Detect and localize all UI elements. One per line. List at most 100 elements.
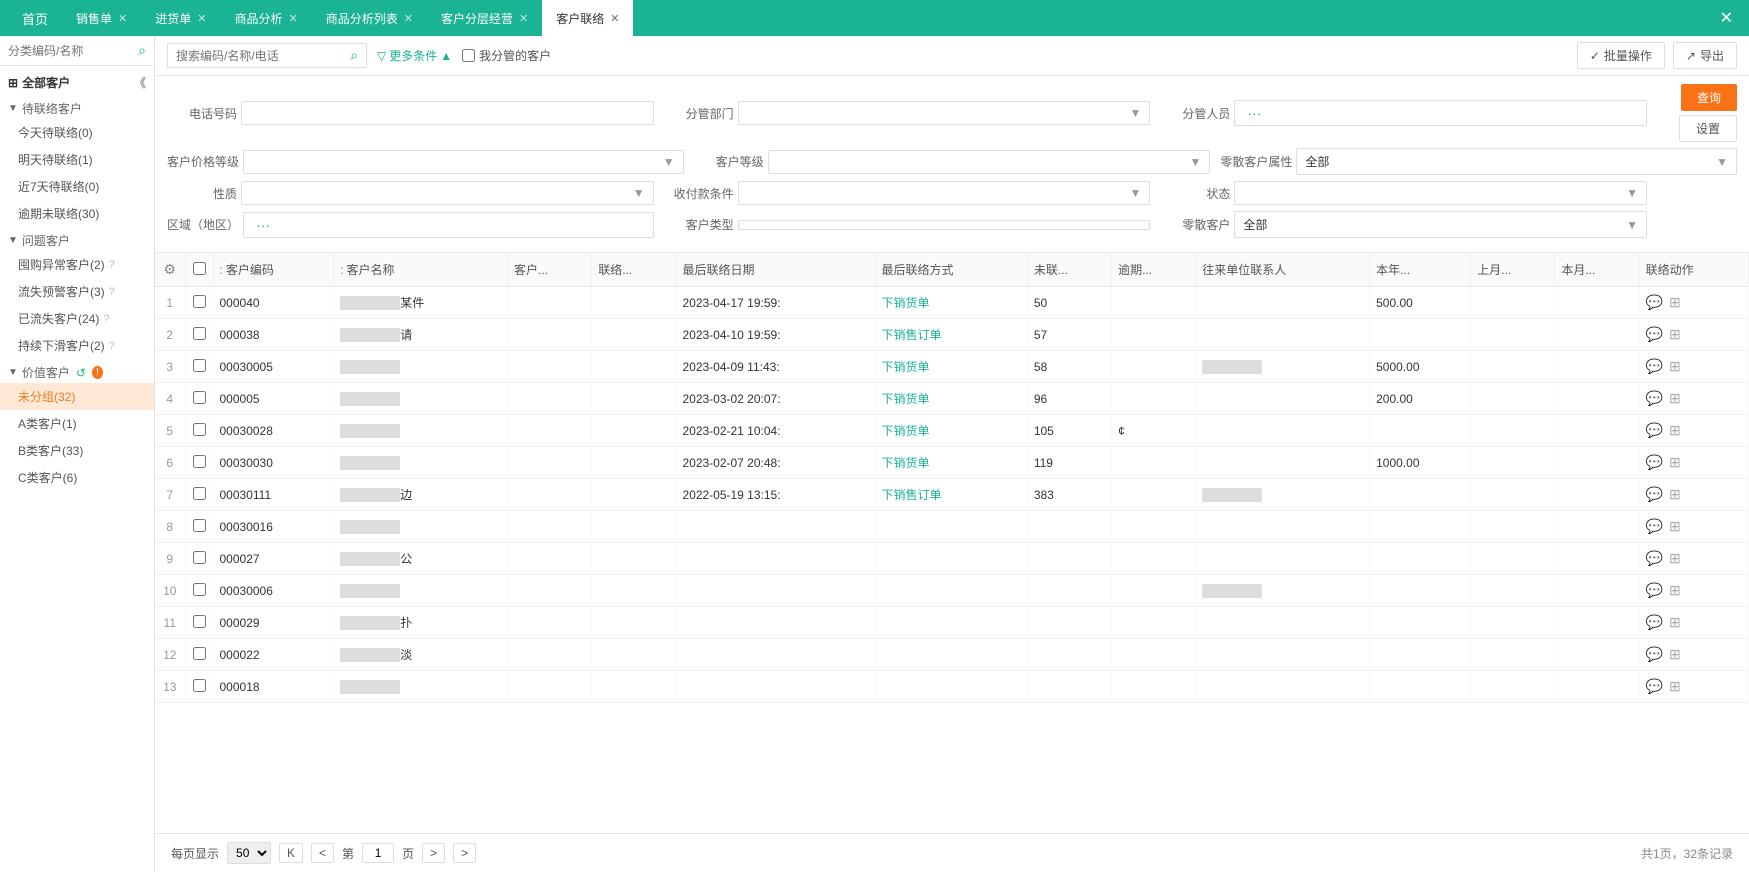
grid-action-icon-5[interactable]: ⊞ (1669, 454, 1681, 471)
sidebar-all-customers[interactable]: ⊞ 全部客户 《 (0, 66, 154, 95)
sidebar-search-input[interactable] (8, 44, 134, 58)
nav-tab-product-analysis[interactable]: 商品分析 ✕ (220, 0, 311, 36)
payment-select[interactable]: ▼ (738, 181, 1151, 205)
comment-icon-5[interactable]: 💬 (1646, 454, 1663, 471)
retail-attr-select[interactable]: 全部 ▼ (1296, 148, 1737, 175)
sidebar-item-ungroup[interactable]: 未分组(32) (0, 383, 154, 410)
close-tab-product-analysis[interactable]: ✕ (289, 12, 298, 25)
region-select[interactable]: ··· (243, 212, 654, 238)
grid-action-icon-10[interactable]: ⊞ (1669, 614, 1681, 631)
close-tab-sales[interactable]: ✕ (118, 12, 127, 25)
nav-tab-home[interactable]: 首页 (8, 0, 62, 36)
grid-action-icon-3[interactable]: ⊞ (1669, 390, 1681, 407)
last-page-btn[interactable]: > (453, 843, 476, 863)
row-check-10[interactable] (185, 607, 213, 639)
person-more-icon[interactable]: ··· (1243, 105, 1265, 121)
sidebar-collapse-btn[interactable]: 《 (134, 74, 146, 91)
comment-icon-2[interactable]: 💬 (1646, 358, 1663, 375)
sidebar-search-icon[interactable]: ⌕ (138, 42, 146, 59)
settings-icon[interactable]: ⚙ (163, 261, 176, 277)
grid-action-icon-0[interactable]: ⊞ (1669, 294, 1681, 311)
sidebar-group-value[interactable]: ▼ 价值客户 ↺ ! (0, 359, 154, 383)
select-all-checkbox[interactable] (193, 262, 206, 275)
window-close-btn[interactable]: ✕ (1712, 8, 1741, 28)
sidebar-item-7days[interactable]: 近7天待联络(0) (0, 173, 154, 200)
filter-search-input[interactable] (176, 49, 350, 63)
grid-action-icon-9[interactable]: ⊞ (1669, 582, 1681, 599)
last-method-link-3[interactable]: 下销货单 (882, 392, 930, 406)
sidebar-item-today[interactable]: 今天待联络(0) (0, 119, 154, 146)
nav-tab-purchase[interactable]: 进货单 ✕ (141, 0, 220, 36)
sidebar-item-churned[interactable]: 已流失客户(24) ? (0, 305, 154, 332)
query-button[interactable]: 查询 (1681, 84, 1737, 111)
sidebar-group-pending[interactable]: ▼ 待联络客户 (0, 95, 154, 119)
comment-icon-3[interactable]: 💬 (1646, 390, 1663, 407)
th-checkbox[interactable] (185, 253, 213, 287)
close-tab-purchase[interactable]: ✕ (197, 12, 206, 25)
nav-tab-customer-contact[interactable]: 客户联络 ✕ (542, 0, 633, 36)
sidebar-item-abnormal[interactable]: 囤购异常客户(2) ? (0, 251, 154, 278)
row-check-0[interactable] (185, 287, 213, 319)
row-check-1[interactable] (185, 319, 213, 351)
filter-search-icon[interactable]: ⌕ (350, 47, 358, 64)
grid-action-icon-12[interactable]: ⊞ (1669, 678, 1681, 695)
row-check-4[interactable] (185, 415, 213, 447)
customer-level-select[interactable]: ▼ (768, 150, 1211, 174)
nature-select[interactable]: ▼ (241, 181, 654, 205)
region-more-icon[interactable]: ··· (252, 217, 274, 233)
export-button[interactable]: ↗ 导出 (1673, 42, 1737, 69)
row-check-12[interactable] (185, 671, 213, 703)
grid-action-icon-4[interactable]: ⊞ (1669, 422, 1681, 439)
sidebar-group-problem[interactable]: ▼ 问题客户 (0, 227, 154, 251)
row-check-6[interactable] (185, 479, 213, 511)
grid-action-icon-8[interactable]: ⊞ (1669, 550, 1681, 567)
grid-action-icon-2[interactable]: ⊞ (1669, 358, 1681, 375)
per-page-select[interactable]: 50 (227, 842, 271, 864)
comment-icon-11[interactable]: 💬 (1646, 646, 1663, 663)
last-method-link-2[interactable]: 下销货单 (882, 360, 930, 374)
comment-icon-10[interactable]: 💬 (1646, 614, 1663, 631)
prev-page-btn[interactable]: < (311, 843, 334, 863)
last-method-link-5[interactable]: 下销货单 (882, 456, 930, 470)
comment-icon-6[interactable]: 💬 (1646, 486, 1663, 503)
customer-type-select[interactable] (738, 220, 1151, 230)
nav-tab-customer-segmentation[interactable]: 客户分层经营 ✕ (427, 0, 542, 36)
row-check-5[interactable] (185, 447, 213, 479)
comment-icon-4[interactable]: 💬 (1646, 422, 1663, 439)
my-customers-checkbox[interactable]: 我分管的客户 (462, 47, 551, 64)
grid-action-icon-1[interactable]: ⊞ (1669, 326, 1681, 343)
close-tab-product-list[interactable]: ✕ (404, 12, 413, 25)
nav-tab-product-list[interactable]: 商品分析列表 ✕ (312, 0, 427, 36)
filter-search-box[interactable]: ⌕ (167, 43, 367, 68)
row-check-3[interactable] (185, 383, 213, 415)
batch-op-button[interactable]: ✓ 批量操作 (1577, 42, 1665, 69)
grid-action-icon-11[interactable]: ⊞ (1669, 646, 1681, 663)
refresh-icon[interactable]: ↺ (76, 366, 86, 380)
sidebar-item-overdue-contact[interactable]: 逾期未联络(30) (0, 200, 154, 227)
sidebar-item-class-c[interactable]: C类客户(6) (0, 464, 154, 491)
status-select[interactable]: ▼ (1234, 181, 1647, 205)
sidebar-search-box[interactable]: ⌕ (0, 36, 154, 66)
close-tab-customer-segmentation[interactable]: ✕ (519, 12, 528, 25)
th-settings[interactable]: ⚙ (155, 253, 185, 287)
comment-icon-8[interactable]: 💬 (1646, 550, 1663, 567)
next-page-btn[interactable]: > (422, 843, 445, 863)
price-level-select[interactable]: ▼ (243, 150, 684, 174)
person-select[interactable]: ··· (1234, 100, 1647, 126)
nav-tab-sales[interactable]: 销售单 ✕ (62, 0, 141, 36)
retail-customer-select[interactable]: 全部 ▼ (1234, 211, 1647, 238)
row-check-2[interactable] (185, 351, 213, 383)
sidebar-item-tomorrow[interactable]: 明天待联络(1) (0, 146, 154, 173)
row-check-9[interactable] (185, 575, 213, 607)
sidebar-item-class-b[interactable]: B类客户(33) (0, 437, 154, 464)
phone-input[interactable] (241, 101, 654, 125)
last-method-link-0[interactable]: 下销货单 (882, 296, 930, 310)
sidebar-item-churn-warning[interactable]: 流失预警客户(3) ? (0, 278, 154, 305)
grid-action-icon-6[interactable]: ⊞ (1669, 486, 1681, 503)
comment-icon-1[interactable]: 💬 (1646, 326, 1663, 343)
last-method-link-1[interactable]: 下销售订单 (882, 328, 942, 342)
page-number-input[interactable] (362, 843, 394, 863)
comment-icon-0[interactable]: 💬 (1646, 294, 1663, 311)
reset-button[interactable]: 设置 (1679, 115, 1737, 142)
dept-select[interactable]: ▼ (738, 101, 1151, 125)
